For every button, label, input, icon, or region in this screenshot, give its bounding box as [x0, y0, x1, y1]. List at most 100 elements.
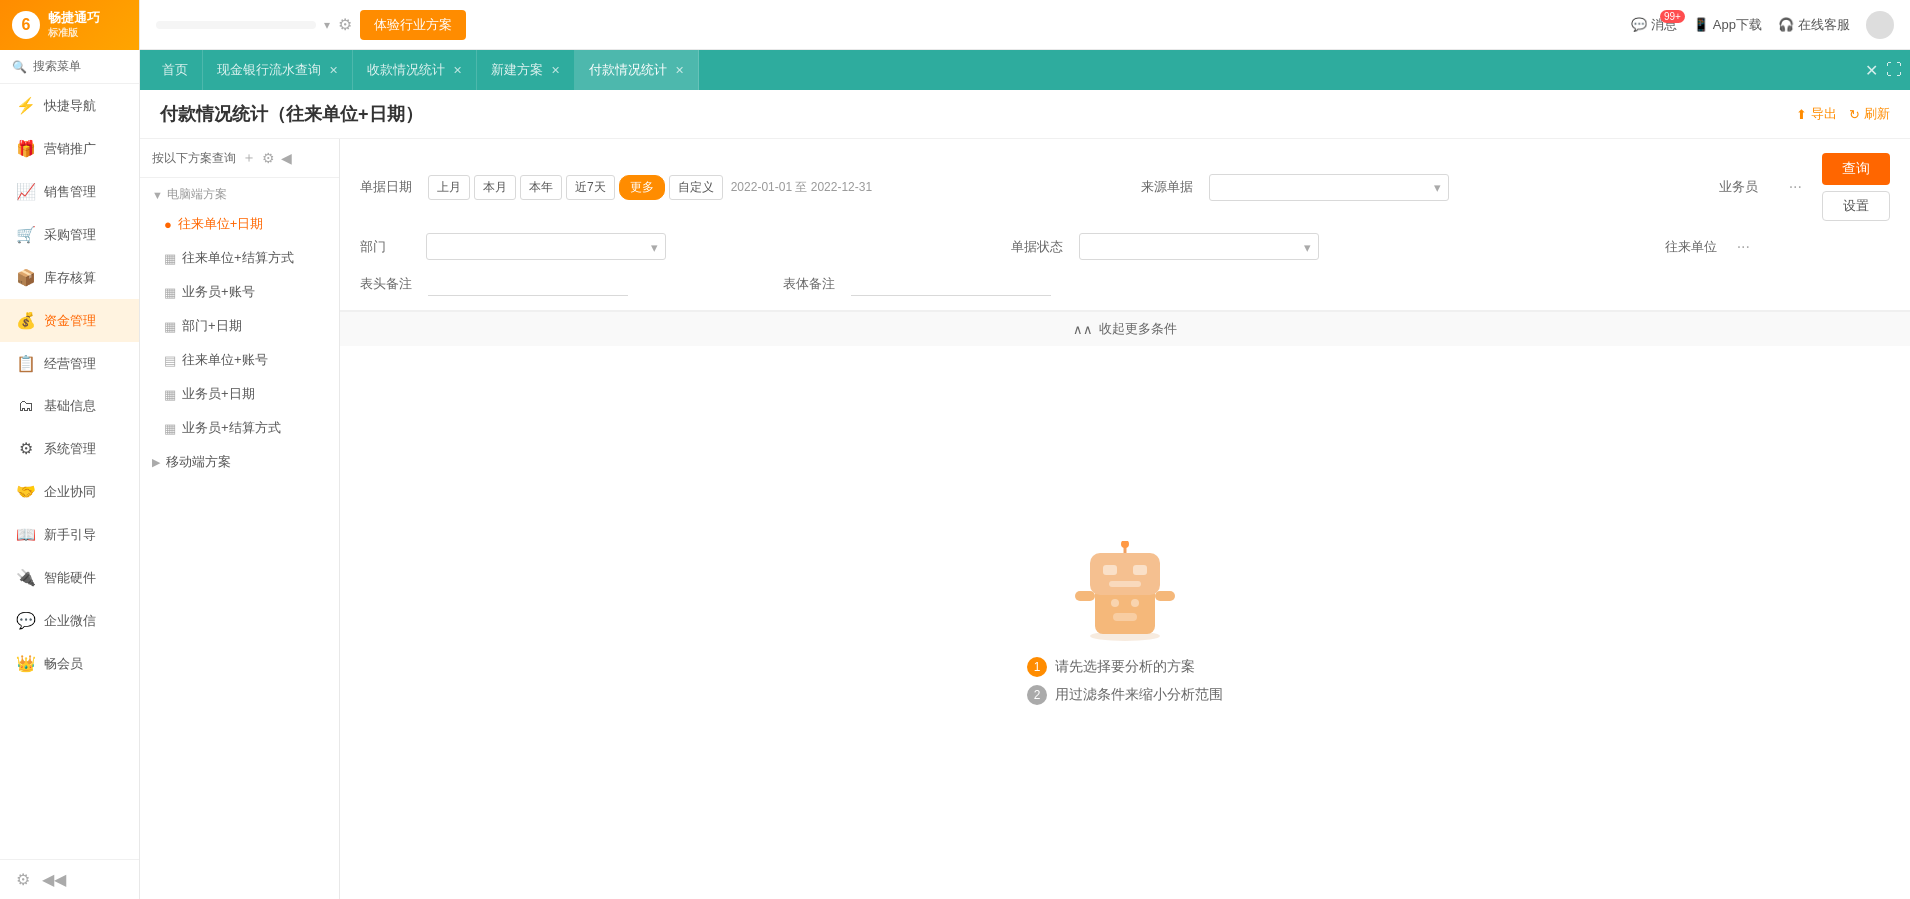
date-btn-this-month[interactable]: 本月	[474, 175, 516, 200]
filter-row-date: 单据日期 上月 本月 本年 近7天 更多 自定义 2022-01-01 至 20…	[360, 153, 1890, 221]
svg-rect-6	[1109, 581, 1141, 587]
system-icon: ⚙	[16, 439, 36, 458]
tab-bank-flow-close[interactable]: ✕	[329, 64, 338, 77]
page-header: 付款情况统计（往来单位+日期） ⬆ 导出 ↻ 刷新	[140, 90, 1910, 139]
svg-rect-13	[1113, 613, 1137, 621]
sidebar-footer: ⚙ ◀◀	[0, 859, 139, 899]
panel-gear-btn[interactable]: ⚙	[262, 150, 275, 166]
date-btn-custom[interactable]: 自定义	[669, 175, 723, 200]
tab-payment-stat-close[interactable]: ✕	[675, 64, 684, 77]
sidebar-item-base[interactable]: 🗂 基础信息	[0, 385, 139, 427]
query-btn[interactable]: 查询	[1822, 153, 1890, 185]
tab-bar: 首页 现金银行流水查询 ✕ 收款情况统计 ✕ 新建方案 ✕ 付款情况统计 ✕ ✕…	[140, 50, 1910, 90]
mobile-arrow-icon: ▶	[152, 456, 160, 469]
robot-svg	[1065, 541, 1185, 641]
panel-add-btn[interactable]: ＋	[242, 149, 256, 167]
sidebar-item-quick-nav[interactable]: ⚡ 快捷导航	[0, 84, 139, 127]
mobile-section[interactable]: ▶ 移动端方案	[140, 445, 339, 479]
empty-text: 1 请先选择要分析的方案 2 用过滤条件来缩小分析范围	[1027, 657, 1223, 705]
tab-new-plan[interactable]: 新建方案 ✕	[477, 50, 575, 90]
sidebar-item-marketing[interactable]: 🎁 营销推广	[0, 127, 139, 170]
date-btn-last7[interactable]: 近7天	[566, 175, 615, 200]
panel-item-dept-date[interactable]: ▦ 部门+日期	[140, 309, 339, 343]
vip-icon: 👑	[16, 654, 36, 673]
left-panel: 按以下方案查询 ＋ ⚙ ◀ ▼ 电脑端方案 ● 往来单位+日期 ▦ 往来单位+结…	[140, 139, 340, 899]
sidebar-item-operation[interactable]: 📋 经营管理	[0, 342, 139, 385]
collapse-arrow-icon: ∧∧	[1073, 322, 1093, 337]
sidebar-item-guide[interactable]: 📖 新手引导	[0, 513, 139, 556]
sidebar-item-fund[interactable]: 💰 资金管理	[0, 299, 139, 342]
table-body-note-input[interactable]	[851, 272, 1051, 296]
sidebar-item-hardware[interactable]: 🔌 智能硬件	[0, 556, 139, 599]
panel-item-unit-date[interactable]: ● 往来单位+日期	[140, 207, 339, 241]
panel-item-staff-date[interactable]: ▦ 业务员+日期	[140, 377, 339, 411]
panel-item-unit-settle[interactable]: ▦ 往来单位+结算方式	[140, 241, 339, 275]
date-btn-last-month[interactable]: 上月	[428, 175, 470, 200]
right-content: 单据日期 上月 本月 本年 近7天 更多 自定义 2022-01-01 至 20…	[340, 139, 1910, 899]
svg-rect-8	[1155, 591, 1175, 601]
salesperson-dots[interactable]: ···	[1785, 178, 1806, 196]
tab-new-plan-close[interactable]: ✕	[551, 64, 560, 77]
staff-account-icon: ▦	[164, 285, 176, 300]
topbar-gear-icon[interactable]: ⚙	[338, 15, 352, 34]
empty-step2: 2 用过滤条件来缩小分析范围	[1027, 685, 1223, 705]
settings-btn[interactable]: 设置	[1822, 191, 1890, 221]
empty-illustration	[1065, 541, 1185, 641]
table-header-note-input[interactable]	[428, 272, 628, 296]
step1-num: 1	[1027, 657, 1047, 677]
topbar-right: 💬 消息 99+ 📱 App下载 🎧 在线客服	[1631, 11, 1894, 39]
messages-btn[interactable]: 💬 消息 99+	[1631, 16, 1677, 34]
date-btn-this-year[interactable]: 本年	[520, 175, 562, 200]
voucher-status-select-wrap	[1079, 233, 1319, 260]
export-btn[interactable]: ⬆ 导出	[1796, 105, 1837, 123]
svg-rect-5	[1133, 565, 1147, 575]
source-voucher-select[interactable]	[1209, 174, 1449, 201]
sidebar-item-system[interactable]: ⚙ 系统管理	[0, 427, 139, 470]
settings-footer-btn[interactable]: ⚙	[16, 870, 30, 889]
panel-item-unit-account[interactable]: ▤ 往来单位+账号	[140, 343, 339, 377]
app-download-btn[interactable]: 📱 App下载	[1693, 16, 1762, 34]
panel-item-staff-settle[interactable]: ▦ 业务员+结算方式	[140, 411, 339, 445]
panel-header-label: 按以下方案查询	[152, 150, 236, 167]
sidebar-nav: ⚡ 快捷导航 🎁 营销推广 📈 销售管理 🛒 采购管理 📦 库存核算 💰 资金管…	[0, 84, 139, 859]
pc-section-arrow[interactable]: ▼	[152, 189, 163, 201]
sidebar-item-vip[interactable]: 👑 畅会员	[0, 642, 139, 685]
guide-icon: 📖	[16, 525, 36, 544]
svg-point-10	[1121, 541, 1129, 548]
search-menu[interactable]: 🔍 搜索菜单	[0, 50, 139, 84]
base-icon: 🗂	[16, 397, 36, 415]
sidebar-item-wechat[interactable]: 💬 企业微信	[0, 599, 139, 642]
staff-date-icon: ▦	[164, 387, 176, 402]
tab-payment-stat[interactable]: 付款情况统计 ✕	[575, 50, 699, 90]
voucher-status-select[interactable]	[1079, 233, 1319, 260]
user-avatar[interactable]	[1866, 11, 1894, 39]
tab-bank-flow[interactable]: 现金银行流水查询 ✕	[203, 50, 353, 90]
fund-icon: 💰	[16, 311, 36, 330]
address-bar[interactable]	[156, 21, 316, 29]
staff-settle-icon: ▦	[164, 421, 176, 436]
voucher-status-label: 单据状态	[1011, 238, 1063, 256]
tab-expand-icon[interactable]: ⛶	[1886, 61, 1902, 79]
collapse-sidebar-btn[interactable]: ◀◀	[42, 870, 66, 889]
department-select[interactable]	[426, 233, 666, 260]
empty-step1: 1 请先选择要分析的方案	[1027, 657, 1223, 677]
tab-close-all-icon[interactable]: ✕	[1865, 61, 1878, 80]
panel-collapse-btn[interactable]: ◀	[281, 150, 292, 166]
panel-item-staff-account[interactable]: ▦ 业务员+账号	[140, 275, 339, 309]
partner-dots[interactable]: ···	[1733, 238, 1754, 256]
sidebar-item-sales[interactable]: 📈 销售管理	[0, 170, 139, 213]
online-service-btn[interactable]: 🎧 在线客服	[1778, 16, 1850, 34]
sidebar-item-enterprise[interactable]: 🤝 企业协同	[0, 470, 139, 513]
refresh-btn[interactable]: ↻ 刷新	[1849, 105, 1890, 123]
table-body-note-label: 表体备注	[783, 275, 835, 293]
collapse-more-btn[interactable]: ∧∧ 收起更多条件	[340, 311, 1910, 346]
tab-receipt-stat[interactable]: 收款情况统计 ✕	[353, 50, 477, 90]
date-btn-more[interactable]: 更多	[619, 175, 665, 200]
sidebar-item-inventory[interactable]: 📦 库存核算	[0, 256, 139, 299]
tab-receipt-stat-close[interactable]: ✕	[453, 64, 462, 77]
message-icon: 💬	[1631, 17, 1647, 32]
sidebar-item-purchase[interactable]: 🛒 采购管理	[0, 213, 139, 256]
address-chevron-icon[interactable]: ▾	[324, 18, 330, 32]
tab-home[interactable]: 首页	[148, 50, 203, 90]
trial-btn[interactable]: 体验行业方案	[360, 10, 466, 40]
